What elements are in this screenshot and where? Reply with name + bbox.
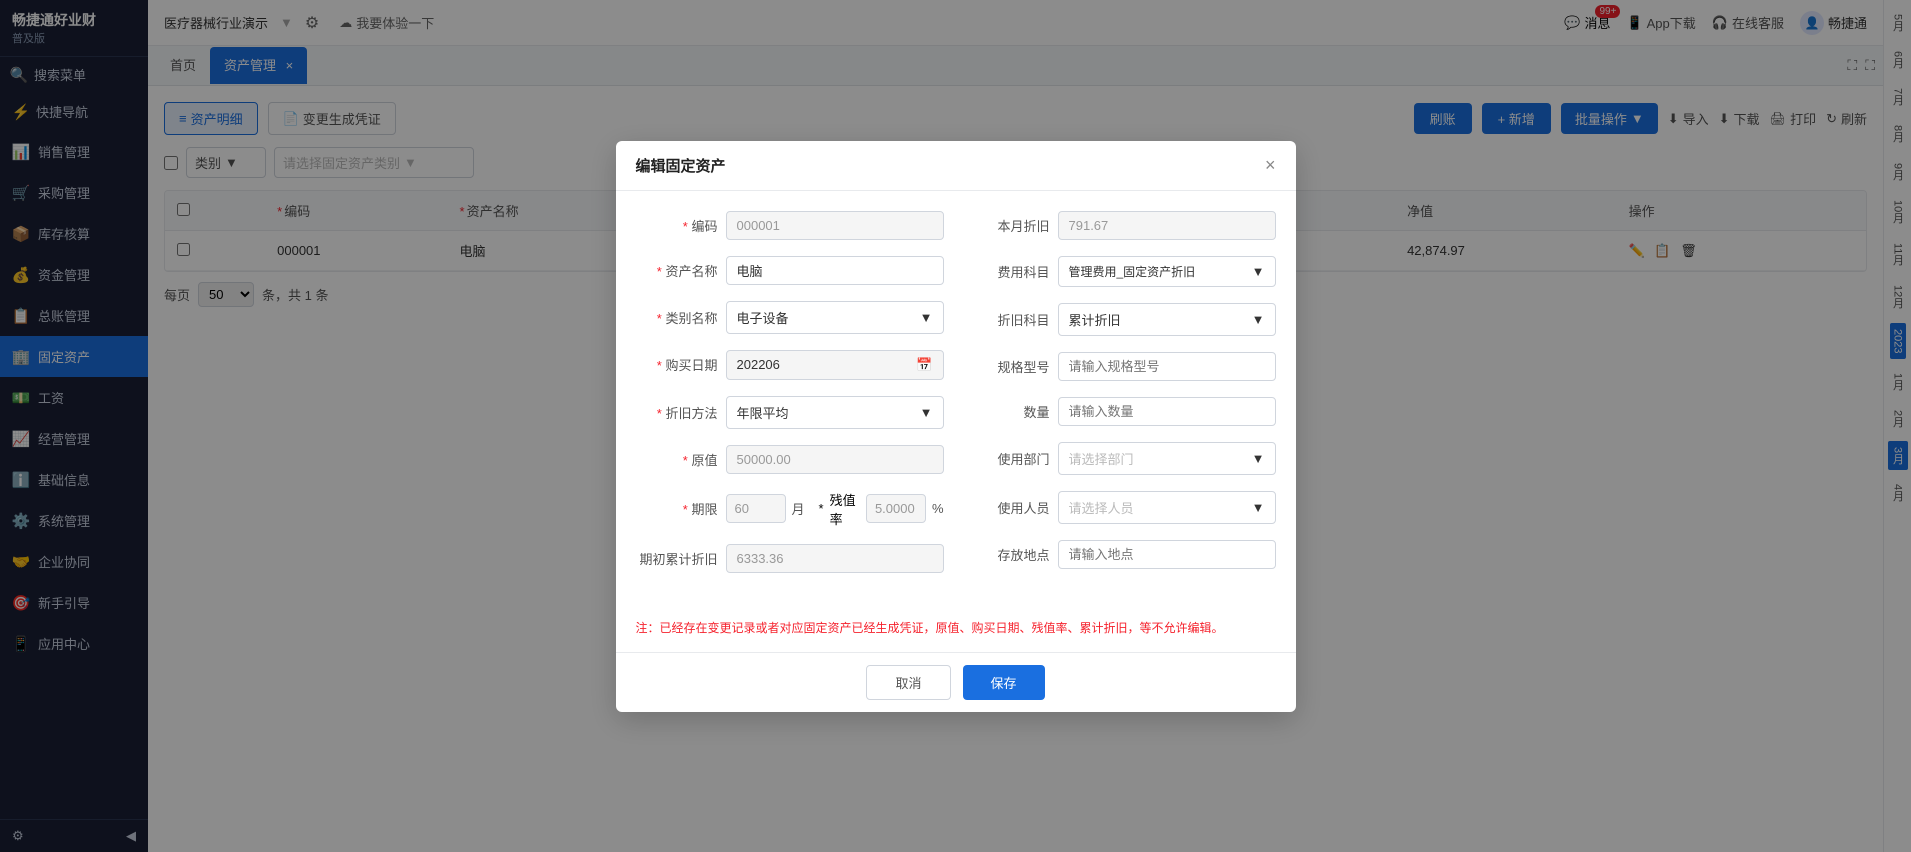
form-row-period: * 期限 月 * 残值率 % <box>636 490 944 528</box>
modal-footer-note: 注：已经存在变更记录或者对应固定资产已经生成凭证，原值、购买日期、残值率、累计折… <box>616 609 1296 652</box>
period-label: * 期限 <box>636 499 726 518</box>
location-label: 存放地点 <box>968 545 1058 564</box>
residual-rate-input[interactable] <box>866 494 926 523</box>
form-row-category: * 类别名称 电子设备 ▼ <box>636 301 944 334</box>
purchase-date-input[interactable]: 202206 📅 <box>726 350 944 380</box>
form-row-code: * 编码 <box>636 211 944 240</box>
modal-note-text: 注：已经存在变更记录或者对应固定资产已经生成凭证，原值、购买日期、残值率、累计折… <box>636 621 1224 635</box>
code-input[interactable] <box>726 211 944 240</box>
residual-rate-label: 残值率 <box>830 490 856 528</box>
code-label: * 编码 <box>636 216 726 235</box>
form-row-initial-dep: 期初累计折旧 <box>636 544 944 573</box>
initial-dep-input[interactable] <box>726 544 944 573</box>
department-select[interactable]: 请选择部门 ▼ <box>1058 442 1276 475</box>
dep-method-select[interactable]: 年限平均 ▼ <box>726 396 944 429</box>
dep-subject-value: 累计折旧 <box>1069 310 1121 329</box>
period-inline: 月 * 残值率 % <box>726 490 944 528</box>
expense-subject-label: 费用科目 <box>968 262 1058 281</box>
residual-rate-unit: % <box>932 501 944 516</box>
form-row-name: * 资产名称 <box>636 256 944 285</box>
form-row-location: 存放地点 <box>968 540 1276 569</box>
edit-asset-modal: 编辑固定资产 × * 编码 * 资产名称 <box>616 141 1296 712</box>
spec-input[interactable] <box>1058 352 1276 381</box>
modal-overlay: 编辑固定资产 × * 编码 * 资产名称 <box>0 0 1911 852</box>
quantity-label: 数量 <box>968 402 1058 421</box>
spec-label: 规格型号 <box>968 357 1058 376</box>
department-arrow: ▼ <box>1252 451 1265 466</box>
form-row-expense-subject: 费用科目 管理费用_固定资产折旧 ▼ <box>968 256 1276 287</box>
calendar-icon: 📅 <box>916 357 932 373</box>
modal-right-col: 本月折旧 费用科目 管理费用_固定资产折旧 ▼ 折旧科目 <box>968 211 1276 589</box>
person-arrow: ▼ <box>1252 500 1265 515</box>
name-label: * 资产名称 <box>636 261 726 280</box>
form-row-quantity: 数量 <box>968 397 1276 426</box>
dep-subject-arrow: ▼ <box>1252 312 1265 327</box>
period-input[interactable] <box>726 494 786 523</box>
person-label: 使用人员 <box>968 498 1058 517</box>
form-row-original: * 原值 <box>636 445 944 474</box>
save-button[interactable]: 保存 <box>963 665 1045 700</box>
monthly-dep-input[interactable] <box>1058 211 1276 240</box>
expense-subject-arrow: ▼ <box>1252 264 1265 279</box>
dep-method-value: 年限平均 <box>737 403 789 422</box>
modal-close-btn[interactable]: × <box>1265 155 1276 176</box>
quantity-input[interactable] <box>1058 397 1276 426</box>
dep-subject-label: 折旧科目 <box>968 310 1058 329</box>
monthly-dep-label: 本月折旧 <box>968 216 1058 235</box>
modal-header: 编辑固定资产 × <box>616 141 1296 191</box>
modal-title: 编辑固定资产 <box>636 155 726 176</box>
person-placeholder: 请选择人员 <box>1069 498 1134 517</box>
cancel-button[interactable]: 取消 <box>866 665 950 700</box>
department-label: 使用部门 <box>968 449 1058 468</box>
initial-dep-label: 期初累计折旧 <box>636 549 726 568</box>
category-select-arrow: ▼ <box>920 310 933 325</box>
category-label: * 类别名称 <box>636 308 726 327</box>
name-input[interactable] <box>726 256 944 285</box>
person-select[interactable]: 请选择人员 ▼ <box>1058 491 1276 524</box>
form-row-purchase-date: * 购买日期 202206 📅 <box>636 350 944 380</box>
original-input[interactable] <box>726 445 944 474</box>
purchase-date-label: * 购买日期 <box>636 355 726 374</box>
form-row-department: 使用部门 请选择部门 ▼ <box>968 442 1276 475</box>
form-row-person: 使用人员 请选择人员 ▼ <box>968 491 1276 524</box>
dep-method-label: * 折旧方法 <box>636 403 726 422</box>
form-row-dep-subject: 折旧科目 累计折旧 ▼ <box>968 303 1276 336</box>
period-unit: 月 <box>792 499 805 518</box>
dep-method-arrow: ▼ <box>920 405 933 420</box>
location-input[interactable] <box>1058 540 1276 569</box>
modal-body: * 编码 * 资产名称 * 类别名称 <box>616 191 1296 609</box>
form-row-dep-method: * 折旧方法 年限平均 ▼ <box>636 396 944 429</box>
modal-left-col: * 编码 * 资产名称 * 类别名称 <box>636 211 944 589</box>
expense-subject-value: 管理费用_固定资产折旧 <box>1069 263 1196 280</box>
expense-subject-select[interactable]: 管理费用_固定资产折旧 ▼ <box>1058 256 1276 287</box>
category-select[interactable]: 电子设备 ▼ <box>726 301 944 334</box>
original-label: * 原值 <box>636 450 726 469</box>
form-row-monthly-dep: 本月折旧 <box>968 211 1276 240</box>
form-row-spec: 规格型号 <box>968 352 1276 381</box>
department-placeholder: 请选择部门 <box>1069 449 1134 468</box>
modal-footer: 取消 保存 <box>616 652 1296 712</box>
category-select-value: 电子设备 <box>737 308 789 327</box>
dep-subject-select[interactable]: 累计折旧 ▼ <box>1058 303 1276 336</box>
purchase-date-value: 202206 <box>737 357 780 372</box>
